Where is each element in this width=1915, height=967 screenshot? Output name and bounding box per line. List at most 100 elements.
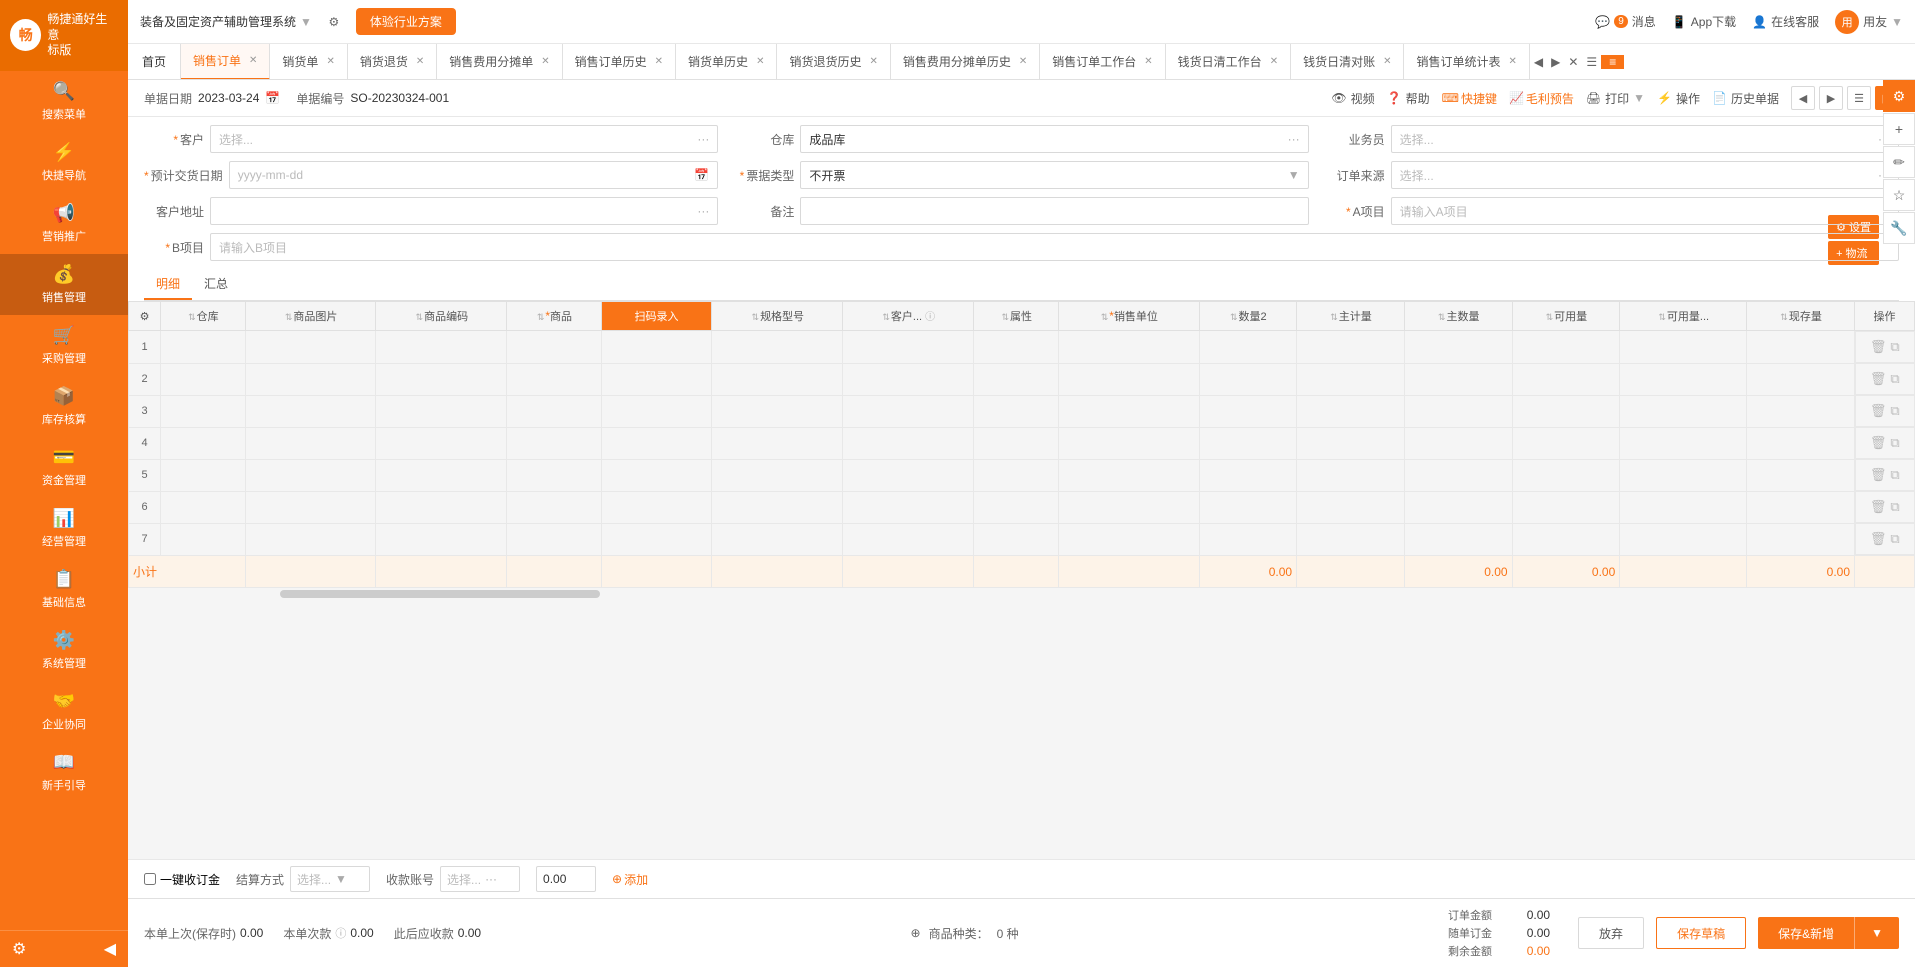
message-icon-btn[interactable]: 💬 9 消息: [1595, 13, 1656, 30]
tab-daily-clear-account[interactable]: 钱货日清对账 ✕: [1291, 44, 1404, 80]
col-main-qty[interactable]: ⇅主数量: [1404, 302, 1512, 331]
tab-more-icon[interactable]: ≡: [1601, 55, 1624, 69]
save-new-button[interactable]: 保存&新增: [1758, 917, 1854, 949]
sidebar-item-operation[interactable]: 📊 经营管理: [0, 498, 128, 559]
tab-order-history[interactable]: 销售订单历史 ✕: [563, 44, 676, 80]
row-delete-icon[interactable]: 🗑: [1870, 371, 1887, 387]
row-delete-icon[interactable]: 🗑: [1870, 499, 1887, 515]
app-download-btn[interactable]: 📱 App下载: [1672, 13, 1736, 30]
tab-daily-clear-workbench[interactable]: 钱货日清工作台 ✕: [1166, 44, 1291, 80]
sidebar-item-inventory[interactable]: 📦 库存核算: [0, 376, 128, 437]
tab-nav-prev[interactable]: ◀: [1530, 55, 1547, 69]
rs-icon-settings[interactable]: ⚙: [1883, 80, 1915, 112]
view-btn[interactable]: 👁 视频: [1331, 90, 1374, 107]
tab-detail[interactable]: 明细: [144, 269, 192, 300]
tab-close-sales-return[interactable]: ✕: [326, 56, 334, 67]
tab-order-workbench[interactable]: 销售订单工作台 ✕: [1040, 44, 1165, 80]
salesman-input[interactable]: 选择... ···: [1391, 125, 1899, 153]
save-draft-button[interactable]: 保存草稿: [1656, 917, 1746, 949]
row-delete-icon[interactable]: 🗑: [1870, 339, 1887, 355]
tab-refund-history[interactable]: 销货退货历史 ✕: [777, 44, 890, 80]
industry-btn[interactable]: 体验行业方案: [356, 8, 456, 35]
sidebar-item-quick[interactable]: ⚡ 快捷导航: [0, 132, 128, 193]
tab-close-sales-order[interactable]: ✕: [249, 55, 257, 66]
col-main-unit[interactable]: ⇅主计量: [1297, 302, 1405, 331]
customer-address-more-icon[interactable]: ···: [697, 204, 709, 218]
shortcut-btn[interactable]: ⌨ 快捷键: [1442, 90, 1497, 107]
col-scan[interactable]: 扫码录入: [601, 302, 712, 331]
rs-icon-tools[interactable]: 🔧: [1883, 212, 1915, 244]
remark-input[interactable]: [800, 197, 1308, 225]
tab-close-return-history[interactable]: ✕: [756, 56, 764, 67]
tab-summary[interactable]: 汇总: [192, 269, 240, 300]
col-spec[interactable]: ⇅规格型号: [712, 302, 843, 331]
tab-menu-icon[interactable]: ☰: [1582, 55, 1601, 69]
tab-close-order-workbench[interactable]: ✕: [1144, 56, 1152, 67]
rs-icon-star[interactable]: ☆: [1883, 179, 1915, 211]
rs-icon-edit[interactable]: ✏: [1883, 146, 1915, 178]
tool-nav-prev[interactable]: ◀: [1791, 86, 1815, 110]
sidebar-item-search[interactable]: 🔍 搜索菜单: [0, 71, 128, 132]
sidebar-item-system[interactable]: ⚙️ 系统管理: [0, 620, 128, 681]
invoice-type-select[interactable]: 不开票 ▼: [800, 161, 1308, 189]
row-delete-icon[interactable]: 🗑: [1870, 403, 1887, 419]
one-click-checkbox[interactable]: 一键收订金: [144, 871, 220, 888]
operations-btn[interactable]: ⚡ 操作: [1657, 90, 1700, 107]
col-sales-unit[interactable]: ⇅*销售单位: [1059, 302, 1199, 331]
account-select[interactable]: 选择... ···: [440, 866, 520, 892]
payment-method-select[interactable]: 选择... ▼: [290, 866, 370, 892]
collapse-icon[interactable]: ◀: [104, 939, 116, 959]
row-copy-icon[interactable]: ⧉: [1890, 531, 1899, 547]
sidebar-item-guide[interactable]: 📖 新手引导: [0, 742, 128, 803]
tab-sales-return[interactable]: 销货单 ✕: [270, 44, 347, 80]
row-copy-icon[interactable]: ⧉: [1890, 435, 1899, 451]
tab-nav-close-all[interactable]: ✕: [1564, 55, 1582, 69]
account-more-icon[interactable]: ···: [485, 872, 497, 886]
calendar-icon[interactable]: 📅: [265, 91, 280, 105]
col-product-image[interactable]: ⇅商品图片: [245, 302, 376, 331]
col-product-code[interactable]: ⇅商品编码: [376, 302, 507, 331]
tab-fee-history[interactable]: 销售费用分摊单历史 ✕: [891, 44, 1040, 80]
row-copy-icon[interactable]: ⧉: [1890, 403, 1899, 419]
help-btn[interactable]: ❓ 帮助: [1387, 90, 1430, 107]
tab-sales-order[interactable]: 销售订单 ✕: [181, 44, 270, 80]
col-current-stock[interactable]: ⇅现存量: [1747, 302, 1855, 331]
col-available2[interactable]: ⇅可用量...: [1620, 302, 1747, 331]
col-settings[interactable]: ⚙: [129, 302, 161, 331]
history-btn[interactable]: 📄 历史单据: [1712, 90, 1779, 107]
tab-close-sales-refund[interactable]: ✕: [416, 56, 424, 67]
print-btn[interactable]: 🖨 打印 ▼: [1586, 90, 1645, 107]
settings-bottom-icon[interactable]: ⚙: [12, 939, 26, 959]
customer-address-input[interactable]: ···: [210, 197, 718, 225]
col-available[interactable]: ⇅可用量: [1512, 302, 1620, 331]
customer-input[interactable]: 选择... ···: [210, 125, 718, 153]
tab-sales-refund[interactable]: 销货退货 ✕: [348, 44, 437, 80]
row-copy-icon[interactable]: ⧉: [1890, 371, 1899, 387]
tab-close-daily-clear-workbench[interactable]: ✕: [1270, 56, 1278, 67]
tab-return-history[interactable]: 销货单历史 ✕: [676, 44, 777, 80]
save-new-dropdown[interactable]: ▼: [1854, 917, 1899, 949]
tab-close-refund-history[interactable]: ✕: [869, 56, 877, 67]
sidebar-item-purchase[interactable]: 🛒 采购管理: [0, 315, 128, 376]
table-scrollbar[interactable]: [128, 588, 1915, 600]
tab-home[interactable]: 首页: [128, 44, 181, 80]
tab-close-sales-stats[interactable]: ✕: [1509, 56, 1517, 67]
row-delete-icon[interactable]: 🗑: [1870, 467, 1887, 483]
b-project-input[interactable]: 请输入B项目: [210, 233, 1899, 261]
tab-nav-next[interactable]: ▶: [1547, 55, 1564, 69]
order-source-input[interactable]: 选择... ···: [1391, 161, 1899, 189]
footer-amount[interactable]: 0.00: [536, 866, 596, 892]
customer-more-icon[interactable]: ···: [697, 132, 709, 146]
sidebar-item-marketing[interactable]: 📢 营销推广: [0, 193, 128, 254]
row-copy-icon[interactable]: ⧉: [1890, 499, 1899, 515]
tab-close-order-history[interactable]: ✕: [655, 56, 663, 67]
rs-icon-add[interactable]: +: [1883, 113, 1915, 145]
user-menu[interactable]: 用 用友 ▼: [1835, 10, 1903, 34]
sidebar-item-finance[interactable]: 💳 资金管理: [0, 437, 128, 498]
add-btn[interactable]: ⊕ 添加: [612, 871, 648, 888]
tool-list-view[interactable]: ☰: [1847, 86, 1871, 110]
sidebar-item-enterprise[interactable]: 🤝 企业协同: [0, 681, 128, 742]
tab-fee-split[interactable]: 销售费用分摊单 ✕: [437, 44, 562, 80]
tab-close-fee-split[interactable]: ✕: [541, 56, 549, 67]
tab-close-fee-history[interactable]: ✕: [1019, 56, 1027, 67]
